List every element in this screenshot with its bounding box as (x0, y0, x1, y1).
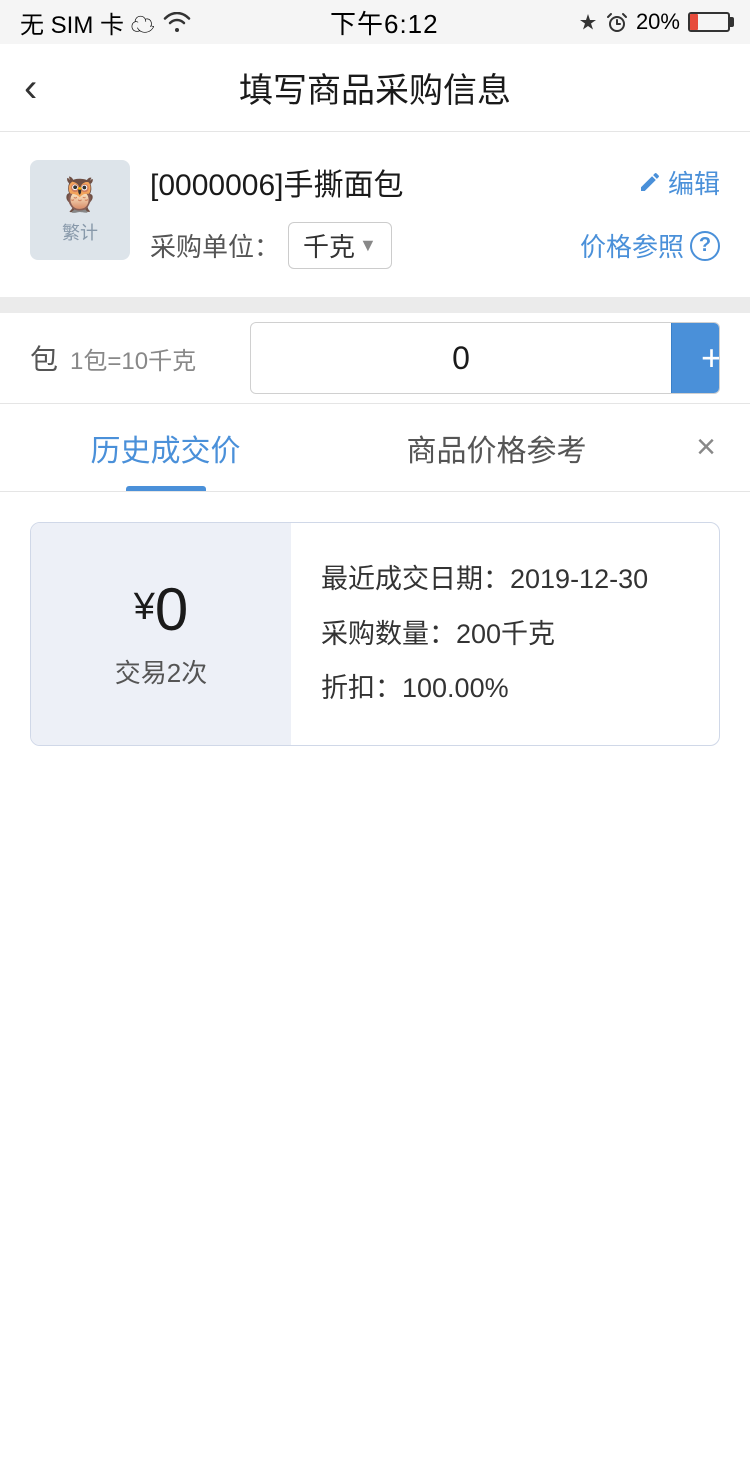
product-name: [0000006]手撕面包 (150, 160, 403, 204)
transaction-count: 交易2次 (115, 653, 207, 690)
main-content-area (0, 776, 750, 1476)
help-icon: ? (690, 231, 720, 261)
status-right: 20% (578, 9, 730, 35)
unit-value: 千克 (303, 227, 355, 264)
price-display: ¥0 (134, 577, 189, 643)
discount-label: 折扣： (321, 673, 402, 703)
quantity-unit-badge: 包 (30, 338, 58, 378)
product-id: [0000006] (150, 169, 283, 202)
status-time: 下午6:12 (330, 4, 439, 41)
product-row: 🦉 繁计 [0000006]手撕面包 编辑 采购单位： 千 (30, 160, 720, 269)
quantity-unit-label: 包 1包=10千克 (30, 338, 250, 378)
product-name-row: [0000006]手撕面包 编辑 (150, 160, 720, 204)
tabs-row: 历史成交价 商品价格参考 × (0, 404, 750, 492)
price-card-right: 最近成交日期：2019-12-30 采购数量：200千克 折扣：100.00% (291, 523, 719, 745)
tab-history-price-label: 历史成交价 (91, 426, 241, 470)
discount-item: 折扣：100.00% (321, 668, 689, 709)
back-button[interactable]: ‹ (24, 68, 37, 108)
unit-label: 采购单位： (150, 227, 280, 264)
status-bar: 无 SIM 卡 ☁ 下午6:12 20% (0, 0, 750, 44)
product-thumb-owl: 🦉 (59, 175, 101, 215)
close-button[interactable]: × (662, 404, 750, 492)
dropdown-arrow-icon: ▼ (359, 235, 377, 256)
tab-history-price[interactable]: 历史成交价 (0, 404, 331, 491)
tab-product-price-ref[interactable]: 商品价格参考 (331, 404, 662, 491)
wifi-icon (163, 12, 191, 32)
tab-active-indicator (126, 486, 206, 491)
purchase-qty-item: 采购数量：200千克 (321, 614, 689, 655)
discount-value: 100.00% (402, 673, 509, 703)
edit-button[interactable]: 编辑 (638, 164, 720, 201)
battery-percent: 20% (636, 9, 680, 35)
status-left: 无 SIM 卡 ☁ (20, 5, 191, 40)
recent-date-value: 2019-12-30 (510, 564, 648, 594)
page-title: 填写商品采购信息 (239, 63, 511, 112)
battery-icon (688, 12, 730, 32)
section-divider (0, 297, 750, 313)
tab-product-price-ref-label: 商品价格参考 (407, 426, 587, 470)
product-thumb-text: 繁计 (62, 219, 98, 245)
price-value: 0 (155, 576, 188, 643)
bottom-panel: 历史成交价 商品价格参考 × ¥0 交易2次 最近成交日期：2019-12-30… (0, 403, 750, 776)
price-card: ¥0 交易2次 最近成交日期：2019-12-30 采购数量：200千克 折扣：… (30, 522, 720, 746)
recent-date-label: 最近成交日期： (321, 564, 510, 594)
alarm-icon (606, 11, 628, 33)
edit-icon (638, 170, 662, 194)
quantity-section: 包 1包=10千克 + (0, 313, 750, 403)
currency-symbol: ¥ (134, 587, 155, 629)
product-section: 🦉 繁计 [0000006]手撕面包 编辑 采购单位： 千 (0, 132, 750, 297)
quantity-unit-sub: 1包=10千克 (70, 341, 196, 376)
purchase-qty-value: 200千克 (456, 619, 555, 649)
product-info: [0000006]手撕面包 编辑 采购单位： 千克 ▼ (150, 160, 720, 269)
nav-bar: ‹ 填写商品采购信息 (0, 44, 750, 132)
purchase-qty-label: 采购数量： (321, 619, 456, 649)
price-ref-label: 价格参照 (580, 227, 684, 264)
product-title: 手撕面包 (283, 169, 403, 202)
location-icon (578, 12, 598, 32)
unit-select[interactable]: 千克 ▼ (288, 222, 392, 269)
card-section: ¥0 交易2次 最近成交日期：2019-12-30 采购数量：200千克 折扣：… (0, 492, 750, 776)
product-thumbnail: 🦉 繁计 (30, 160, 130, 260)
quantity-input[interactable] (251, 326, 671, 391)
quantity-input-area: + (250, 322, 720, 394)
unit-row: 采购单位： 千克 ▼ 价格参照 ? (150, 222, 720, 269)
edit-label: 编辑 (668, 164, 720, 201)
price-card-left: ¥0 交易2次 (31, 523, 291, 745)
price-reference-button[interactable]: 价格参照 ? (580, 227, 720, 264)
recent-date-item: 最近成交日期：2019-12-30 (321, 559, 689, 600)
quantity-plus-button[interactable]: + (671, 323, 720, 393)
no-sim-text: 无 SIM 卡 ☁ (20, 5, 155, 40)
